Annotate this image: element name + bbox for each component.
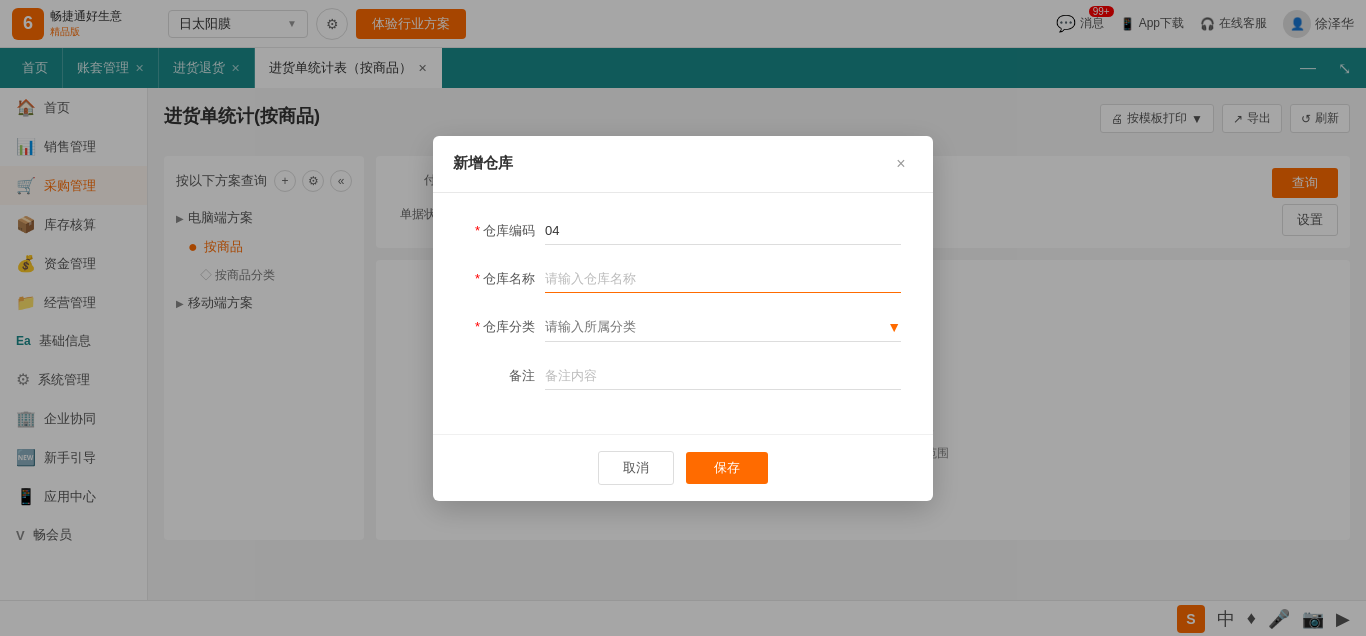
dialog-close-button[interactable]: × [889,152,913,176]
category-label: 仓库分类 [465,318,545,336]
save-button[interactable]: 保存 [686,452,768,484]
remark-input[interactable] [545,362,901,390]
dialog-title: 新增仓库 [453,154,513,173]
category-select-input[interactable] [545,319,887,334]
remark-label: 备注 [465,367,545,385]
category-dropdown-arrow: ▼ [887,319,901,335]
dialog-footer: 取消 保存 [433,434,933,501]
name-label: 仓库名称 [465,270,545,288]
cancel-button[interactable]: 取消 [598,451,674,485]
category-select-wrapper[interactable]: ▼ [545,313,901,342]
dialog-overlay[interactable]: 新增仓库 × 仓库编码 仓库名称 仓库分类 ▼ 备注 [0,0,1366,636]
dialog-body: 仓库编码 仓库名称 仓库分类 ▼ 备注 [433,193,933,434]
dialog-header: 新增仓库 × [433,136,933,193]
warehouse-code-input[interactable] [545,217,901,245]
form-row-category: 仓库分类 ▼ [465,313,901,342]
code-label: 仓库编码 [465,222,545,240]
form-row-code: 仓库编码 [465,217,901,245]
form-row-remark: 备注 [465,362,901,390]
form-row-name: 仓库名称 [465,265,901,293]
warehouse-name-input[interactable] [545,265,901,293]
new-warehouse-dialog: 新增仓库 × 仓库编码 仓库名称 仓库分类 ▼ 备注 [433,136,933,501]
